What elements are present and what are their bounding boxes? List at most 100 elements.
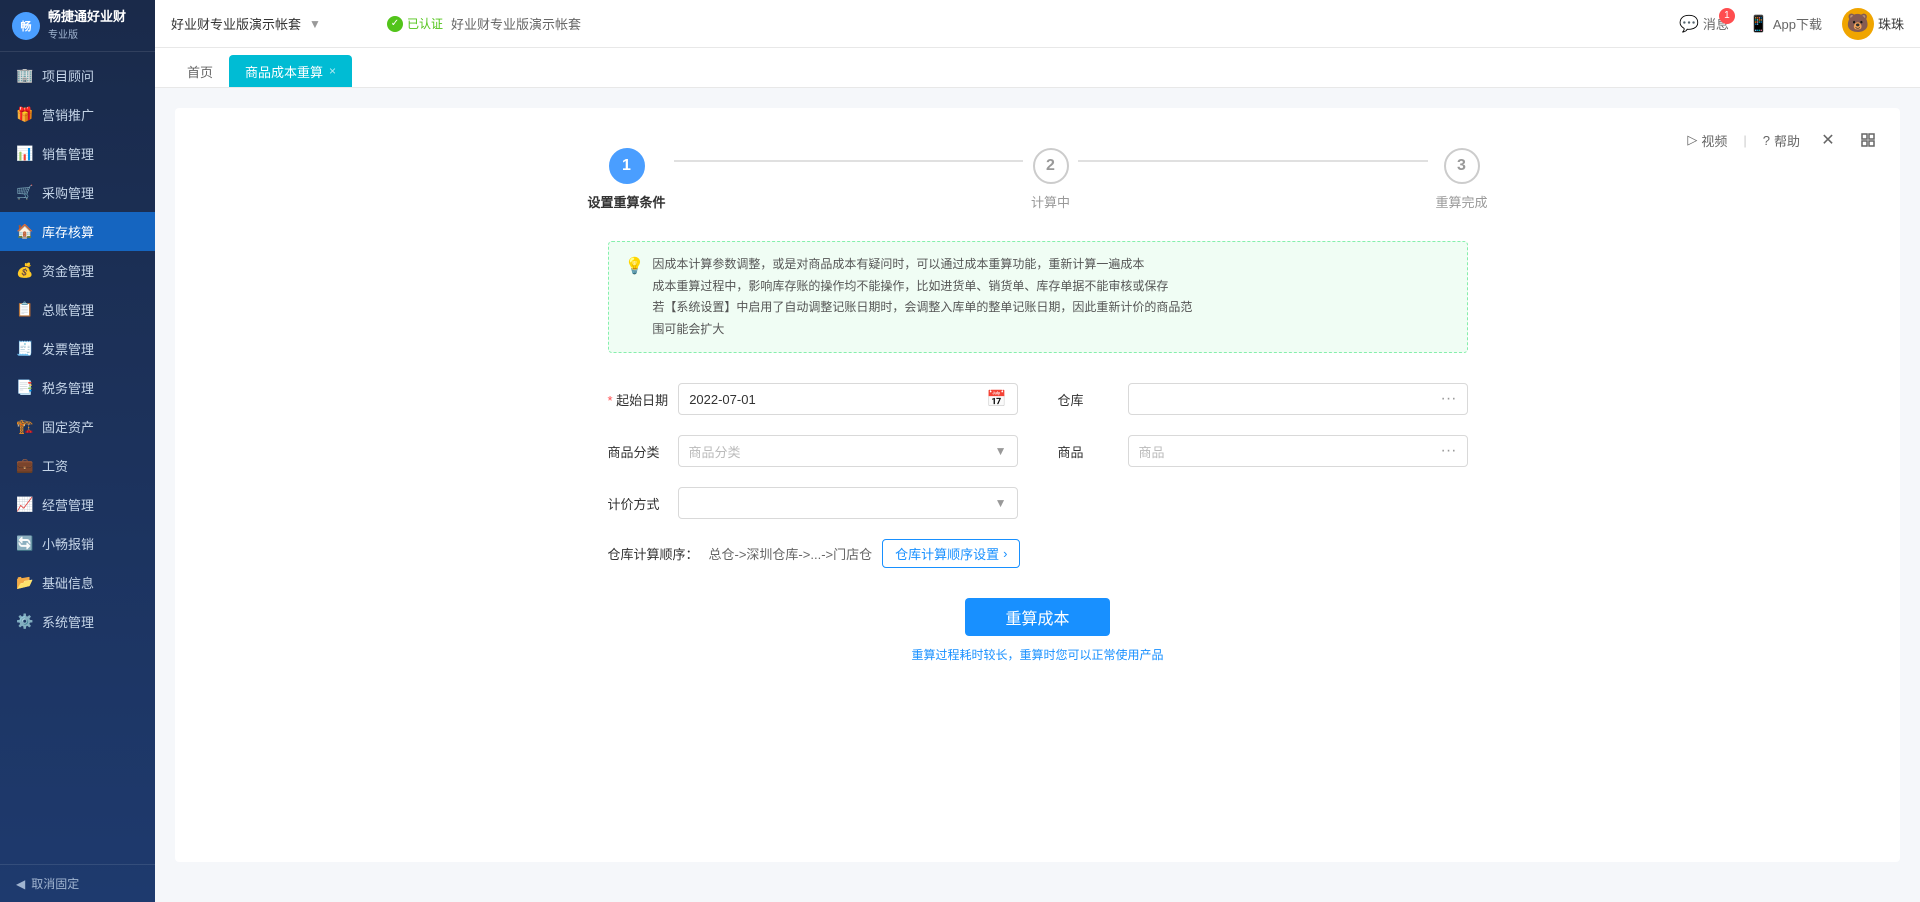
sidebar-item-asset[interactable]: 🏗️ 固定资产 <box>0 407 155 446</box>
project-icon: 🏢 <box>16 67 34 85</box>
content-panel: ▷ 视频 | ? 帮助 ✕ <box>175 108 1900 862</box>
message-button[interactable]: 💬 消息 1 <box>1679 14 1729 34</box>
price-method-label: 计价方式 <box>608 494 668 513</box>
sidebar-item-expense[interactable]: 🔄 小畅报销 <box>0 524 155 563</box>
step-2-label: 计算中 <box>1031 192 1070 211</box>
message-badge: 1 <box>1719 8 1735 24</box>
verified-text: 已认证 <box>407 15 443 32</box>
step-2-circle: 2 <box>1033 148 1069 184</box>
tab-cost-recalc[interactable]: 商品成本重算 × <box>229 55 352 87</box>
goods-label: 商品 <box>1058 442 1118 461</box>
tab-bar: 首页 商品成本重算 × <box>155 48 1920 88</box>
chevron-right-icon: › <box>1003 546 1007 561</box>
sidebar-item-salary[interactable]: 💼 工资 <box>0 446 155 485</box>
warehouse-label: 仓库 <box>1058 390 1118 409</box>
form-section: 起始日期 2022-07-01 📅 仓库 ··· <box>608 383 1468 663</box>
step-3-label: 重算完成 <box>1436 192 1488 211</box>
base-icon: 📂 <box>16 574 34 592</box>
warehouse-order-label: 仓库计算顺序： <box>608 544 699 563</box>
price-method-dropdown-icon: ▼ <box>995 496 1007 510</box>
verified-badge: ✓ <box>387 16 403 32</box>
warehouse-ellipsis-icon: ··· <box>1441 390 1457 408</box>
logo-icon: 畅 <box>12 12 40 40</box>
step-indicator: 1 设置重算条件 2 计算中 3 <box>215 138 1860 211</box>
sidebar-unpin[interactable]: ◀ 取消固定 <box>0 864 155 902</box>
account-dropdown-arrow: ▼ <box>309 17 321 31</box>
ops-icon: 📈 <box>16 496 34 514</box>
marketing-icon: 🎁 <box>16 106 34 124</box>
step-line-1 <box>674 160 1023 162</box>
step-3: 3 重算完成 <box>1436 148 1488 211</box>
category-dropdown-icon: ▼ <box>995 444 1007 458</box>
sidebar-item-invoice[interactable]: 🧾 发票管理 <box>0 329 155 368</box>
price-method-select[interactable]: ▼ <box>678 487 1018 519</box>
tab-close-icon[interactable]: × <box>329 64 336 78</box>
sidebar-item-base[interactable]: 📂 基础信息 <box>0 563 155 602</box>
action-area: 重算成本 重算过程耗时较长，重算时您可以正常使用产品 <box>608 598 1468 663</box>
info-text: 因成本计算参数调整，或是对商品成本有疑问时，可以通过成本重算功能，重新计算一遍成… <box>652 254 1192 340</box>
purchase-icon: 🛒 <box>16 184 34 202</box>
sidebar-item-finance[interactable]: 💰 资金管理 <box>0 251 155 290</box>
sidebar-item-sales[interactable]: 📊 销售管理 <box>0 134 155 173</box>
form-row-3: 计价方式 ▼ <box>608 487 1468 519</box>
asset-icon: 🏗️ <box>16 418 34 436</box>
step-3-circle: 3 <box>1444 148 1480 184</box>
category-field: 商品分类 商品分类 ▼ <box>608 435 1018 467</box>
salary-icon: 💼 <box>16 457 34 475</box>
sidebar-item-purchase[interactable]: 🛒 采购管理 <box>0 173 155 212</box>
recalculate-button[interactable]: 重算成本 <box>965 598 1109 636</box>
logo-text: 畅捷通好业财 专业版 <box>48 9 126 43</box>
goods-ellipsis-icon: ··· <box>1441 442 1457 460</box>
info-icon: 💡 <box>625 256 645 276</box>
expense-icon: 🔄 <box>16 535 34 553</box>
header-right: 💬 消息 1 📱 App下载 🐻 珠珠 <box>1679 8 1904 40</box>
step-1-label: 设置重算条件 <box>588 192 666 211</box>
tab-home[interactable]: 首页 <box>171 55 229 87</box>
unpin-icon: ◀ <box>16 877 25 891</box>
header: 好业财专业版演示帐套 ▼ ✓ 已认证 好业财专业版演示帐套 💬 消息 1 📱 A… <box>155 0 1920 48</box>
sidebar-item-ops[interactable]: 📈 经营管理 <box>0 485 155 524</box>
start-date-label: 起始日期 <box>608 390 669 409</box>
sidebar-item-marketing[interactable]: 🎁 营销推广 <box>0 95 155 134</box>
app-download-button[interactable]: 📱 App下载 <box>1749 14 1822 34</box>
form-row-2: 商品分类 商品分类 ▼ 商品 商品 ··· <box>608 435 1468 467</box>
sidebar-item-tax[interactable]: 📑 税务管理 <box>0 368 155 407</box>
avatar: 🐻 <box>1842 8 1874 40</box>
mobile-icon: 📱 <box>1749 14 1769 34</box>
account-name: 好业财专业版演示帐套 <box>171 14 301 33</box>
category-label: 商品分类 <box>608 442 668 461</box>
inventory-icon: 🏠 <box>16 223 34 241</box>
goods-input[interactable]: 商品 ··· <box>1128 435 1468 467</box>
step-1-circle: 1 <box>609 148 645 184</box>
user-profile[interactable]: 🐻 珠珠 <box>1842 8 1904 40</box>
calendar-icon: 📅 <box>987 389 1007 409</box>
step-1: 1 设置重算条件 <box>588 148 666 211</box>
message-icon: 💬 <box>1679 14 1699 34</box>
company-name: 好业财专业版演示帐套 <box>451 14 581 33</box>
main-area: 好业财专业版演示帐套 ▼ ✓ 已认证 好业财专业版演示帐套 💬 消息 1 📱 A… <box>155 0 1920 902</box>
warehouse-order-settings-button[interactable]: 仓库计算顺序设置 › <box>882 539 1020 568</box>
sidebar-logo: 畅 畅捷通好业财 专业版 <box>0 0 155 52</box>
tax-icon: 📑 <box>16 379 34 397</box>
warehouse-order-row: 仓库计算顺序： 总仓->深圳仓库->...->门店仓 仓库计算顺序设置 › <box>608 539 1468 568</box>
calc-hint: 重算过程耗时较长，重算时您可以正常使用产品 <box>911 646 1163 663</box>
step-line-2 <box>1078 160 1427 162</box>
info-box: 💡 因成本计算参数调整，或是对商品成本有疑问时，可以通过成本重算功能，重新计算一… <box>608 241 1468 353</box>
goods-field: 商品 商品 ··· <box>1058 435 1468 467</box>
start-date-input[interactable]: 2022-07-01 📅 <box>678 383 1017 415</box>
category-select[interactable]: 商品分类 ▼ <box>678 435 1018 467</box>
sidebar-item-system[interactable]: ⚙️ 系统管理 <box>0 602 155 641</box>
finance-icon: 💰 <box>16 262 34 280</box>
sidebar-item-accounting[interactable]: 📋 总账管理 <box>0 290 155 329</box>
sidebar-item-inventory[interactable]: 🏠 库存核算 <box>0 212 155 251</box>
price-method-field: 计价方式 ▼ <box>608 487 1018 519</box>
header-verified: ✓ 已认证 好业财专业版演示帐套 <box>387 14 581 33</box>
warehouse-input[interactable]: ··· <box>1128 383 1468 415</box>
system-icon: ⚙️ <box>16 613 34 631</box>
warehouse-field: 仓库 ··· <box>1058 383 1468 415</box>
invoice-icon: 🧾 <box>16 340 34 358</box>
header-account[interactable]: 好业财专业版演示帐套 ▼ <box>171 14 371 33</box>
sidebar-nav: 🏢 项目顾问 🎁 营销推广 📊 销售管理 🛒 采购管理 🏠 库存核算 💰 资金管… <box>0 52 155 864</box>
accounting-icon: 📋 <box>16 301 34 319</box>
sidebar-item-project[interactable]: 🏢 项目顾问 <box>0 56 155 95</box>
